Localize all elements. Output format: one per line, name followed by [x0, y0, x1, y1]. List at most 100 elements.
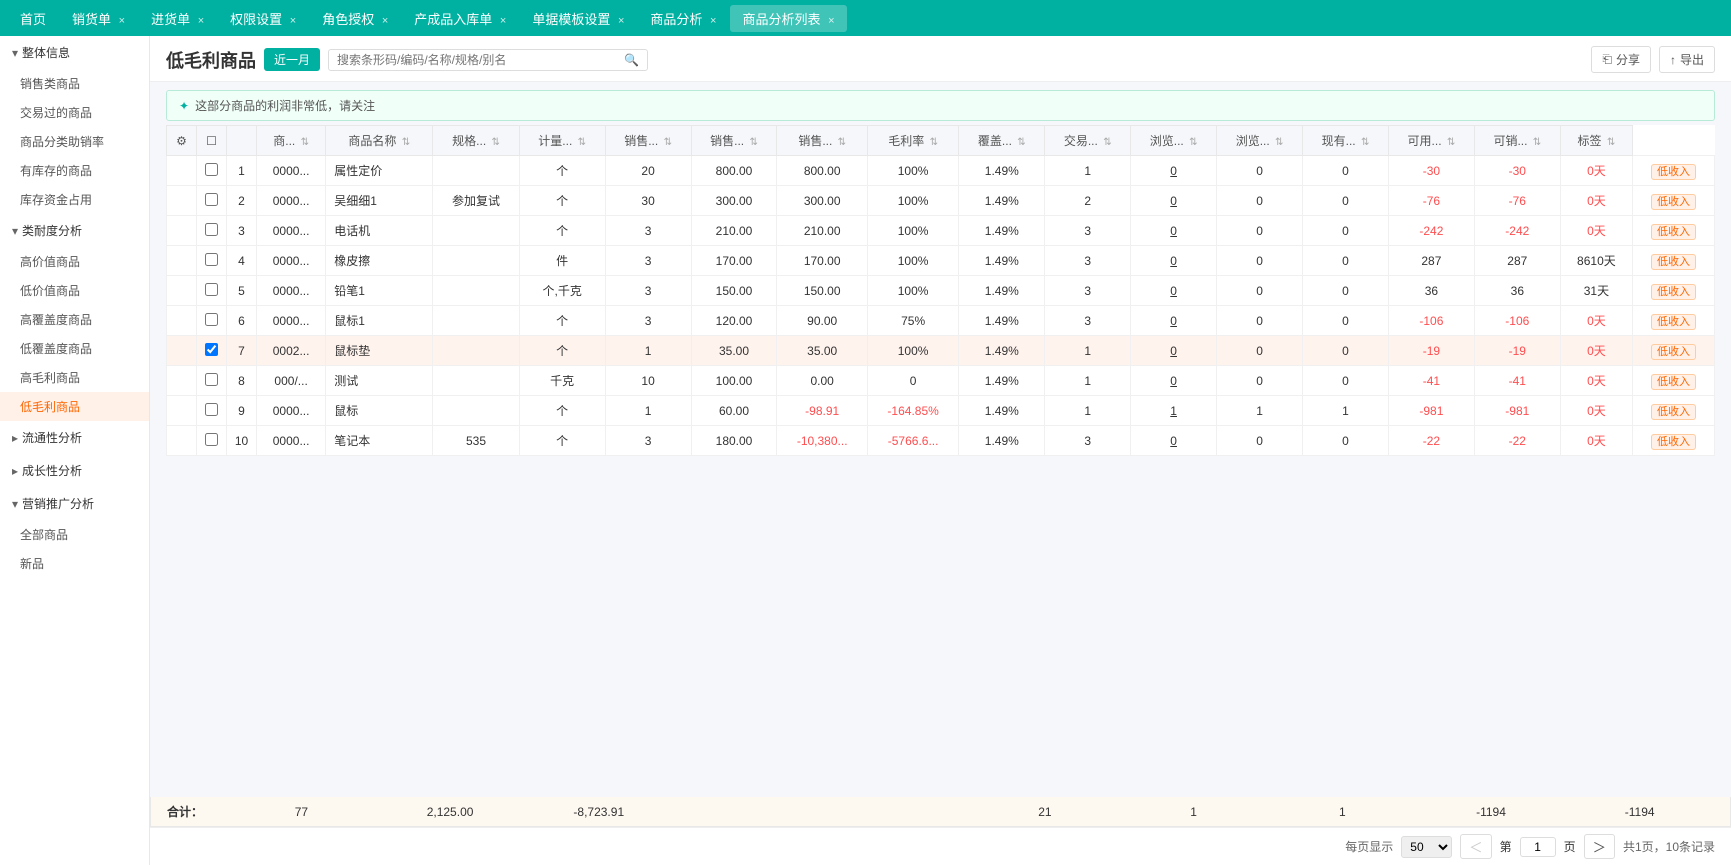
cell-checkbox[interactable]: [197, 306, 227, 336]
nav-home[interactable]: 首页: [8, 5, 58, 32]
cell-transaction[interactable]: 0: [1131, 426, 1217, 456]
col-sales-amount[interactable]: 销售... ⇅: [691, 126, 777, 156]
row-checkbox[interactable]: [205, 163, 218, 176]
cell-checkbox[interactable]: [197, 336, 227, 366]
close-icon[interactable]: ×: [710, 15, 716, 27]
nav-product-entry[interactable]: 产成品入库单 ×: [402, 5, 518, 32]
sidebar-item-low-coverage[interactable]: 低覆盖度商品: [0, 334, 149, 363]
sidebar-item-low-value[interactable]: 低价值商品: [0, 276, 149, 305]
cell-name[interactable]: 测试: [326, 366, 433, 396]
sidebar-group-circulation[interactable]: ▸ 流通性分析: [0, 421, 149, 454]
cell-transaction[interactable]: 1: [1131, 396, 1217, 426]
close-icon[interactable]: ×: [382, 15, 388, 27]
nav-sales[interactable]: 销货单 ×: [60, 5, 137, 32]
close-icon[interactable]: ×: [500, 15, 506, 27]
row-checkbox[interactable]: [205, 373, 218, 386]
col-spec[interactable]: 规格... ⇅: [433, 126, 519, 156]
share-button[interactable]: ⎗ 分享: [1591, 46, 1651, 73]
cell-transaction[interactable]: 0: [1131, 366, 1217, 396]
sidebar-item-category-assist[interactable]: 商品分类助销率: [0, 127, 149, 156]
cell-name[interactable]: 鼠标垫: [326, 336, 433, 366]
row-checkbox[interactable]: [205, 433, 218, 446]
row-checkbox[interactable]: [205, 193, 218, 206]
sidebar-item-all-goods[interactable]: 全部商品: [0, 520, 149, 549]
cell-transaction[interactable]: 0: [1131, 276, 1217, 306]
sidebar-item-low-margin[interactable]: 低毛利商品: [0, 392, 149, 421]
prev-page-button[interactable]: ＜: [1460, 834, 1491, 859]
col-unit[interactable]: 计量... ⇅: [519, 126, 605, 156]
cell-transaction[interactable]: 0: [1131, 306, 1217, 336]
sidebar-group-overall[interactable]: ▾ 整体信息: [0, 36, 149, 69]
cell-name[interactable]: 鼠标: [326, 396, 433, 426]
cell-name[interactable]: 吴细细1: [326, 186, 433, 216]
col-gross-rate[interactable]: 覆盖... ⇅: [959, 126, 1045, 156]
nav-product-analysis[interactable]: 商品分析 ×: [638, 5, 728, 32]
nav-role-auth[interactable]: 角色授权 ×: [310, 5, 400, 32]
col-profit-rate[interactable]: 毛利率 ⇅: [867, 126, 958, 156]
cell-checkbox[interactable]: [197, 396, 227, 426]
col-sales-qty[interactable]: 销售... ⇅: [605, 126, 691, 156]
sidebar-item-traded-goods[interactable]: 交易过的商品: [0, 98, 149, 127]
col-current-stock[interactable]: 可用... ⇅: [1388, 126, 1474, 156]
time-filter-button[interactable]: 近一月: [264, 48, 320, 71]
cell-checkbox[interactable]: [197, 216, 227, 246]
sidebar-item-new-goods[interactable]: 新品: [0, 549, 149, 578]
close-icon[interactable]: ×: [828, 15, 834, 27]
col-transaction[interactable]: 浏览... ⇅: [1131, 126, 1217, 156]
sidebar-group-category-analysis[interactable]: ▾ 类耐度分析: [0, 214, 149, 247]
sidebar-item-high-margin[interactable]: 高毛利商品: [0, 363, 149, 392]
cell-checkbox[interactable]: [197, 366, 227, 396]
col-available[interactable]: 可销... ⇅: [1474, 126, 1560, 156]
sidebar-group-marketing[interactable]: ▾ 营销推广分析: [0, 487, 149, 520]
cell-checkbox[interactable]: [197, 246, 227, 276]
col-name[interactable]: 商品名称 ⇅: [326, 126, 433, 156]
col-code[interactable]: 商... ⇅: [257, 126, 326, 156]
close-icon[interactable]: ×: [290, 15, 296, 27]
sidebar-item-stocked-goods[interactable]: 有库存的商品: [0, 156, 149, 185]
nav-template-settings[interactable]: 单据模板设置 ×: [520, 5, 636, 32]
row-checkbox[interactable]: [205, 313, 218, 326]
cell-checkbox[interactable]: [197, 156, 227, 186]
col-browse1[interactable]: 浏览... ⇅: [1217, 126, 1303, 156]
page-number-input[interactable]: [1520, 837, 1556, 857]
row-checkbox[interactable]: [205, 253, 218, 266]
cell-name[interactable]: 鼠标1: [326, 306, 433, 336]
close-icon[interactable]: ×: [119, 15, 125, 27]
cell-name[interactable]: 电话机: [326, 216, 433, 246]
cell-transaction[interactable]: 0: [1131, 216, 1217, 246]
col-settings[interactable]: ⚙: [167, 126, 197, 156]
sidebar-item-high-coverage[interactable]: 高覆盖度商品: [0, 305, 149, 334]
cell-name[interactable]: 铅笔1: [326, 276, 433, 306]
close-icon[interactable]: ×: [618, 15, 624, 27]
sidebar-item-high-value[interactable]: 高价值商品: [0, 247, 149, 276]
cell-name[interactable]: 笔记本: [326, 426, 433, 456]
cell-transaction[interactable]: 0: [1131, 156, 1217, 186]
sidebar-group-growth[interactable]: ▸ 成长性分析: [0, 454, 149, 487]
close-icon[interactable]: ×: [198, 15, 204, 27]
nav-product-analysis-list[interactable]: 商品分析列表 ×: [730, 5, 846, 32]
cell-transaction[interactable]: 0: [1131, 336, 1217, 366]
sidebar-item-inventory-capital[interactable]: 库存资金占用: [0, 185, 149, 214]
cell-name[interactable]: 橡皮擦: [326, 246, 433, 276]
col-checkbox[interactable]: ☐: [197, 126, 227, 156]
cell-checkbox[interactable]: [197, 186, 227, 216]
row-checkbox[interactable]: [205, 223, 218, 236]
col-sales-profit[interactable]: 销售... ⇅: [777, 126, 867, 156]
cell-checkbox[interactable]: [197, 426, 227, 456]
col-coverage[interactable]: 交易... ⇅: [1045, 126, 1131, 156]
cell-transaction[interactable]: 0: [1131, 246, 1217, 276]
row-checkbox[interactable]: [205, 403, 218, 416]
search-icon[interactable]: 🔍: [624, 53, 639, 67]
cell-transaction[interactable]: 0: [1131, 186, 1217, 216]
search-input[interactable]: [337, 53, 620, 67]
nav-purchase[interactable]: 进货单 ×: [139, 5, 216, 32]
col-tag[interactable]: 标签 ⇅: [1560, 126, 1632, 156]
row-checkbox[interactable]: [205, 343, 218, 356]
sidebar-item-sales-goods[interactable]: 销售类商品: [0, 69, 149, 98]
col-browse2[interactable]: 现有... ⇅: [1303, 126, 1389, 156]
cell-checkbox[interactable]: [197, 276, 227, 306]
next-page-button[interactable]: ＞: [1584, 834, 1615, 859]
cell-name[interactable]: 属性定价: [326, 156, 433, 186]
row-checkbox[interactable]: [205, 283, 218, 296]
nav-permissions[interactable]: 权限设置 ×: [218, 5, 308, 32]
